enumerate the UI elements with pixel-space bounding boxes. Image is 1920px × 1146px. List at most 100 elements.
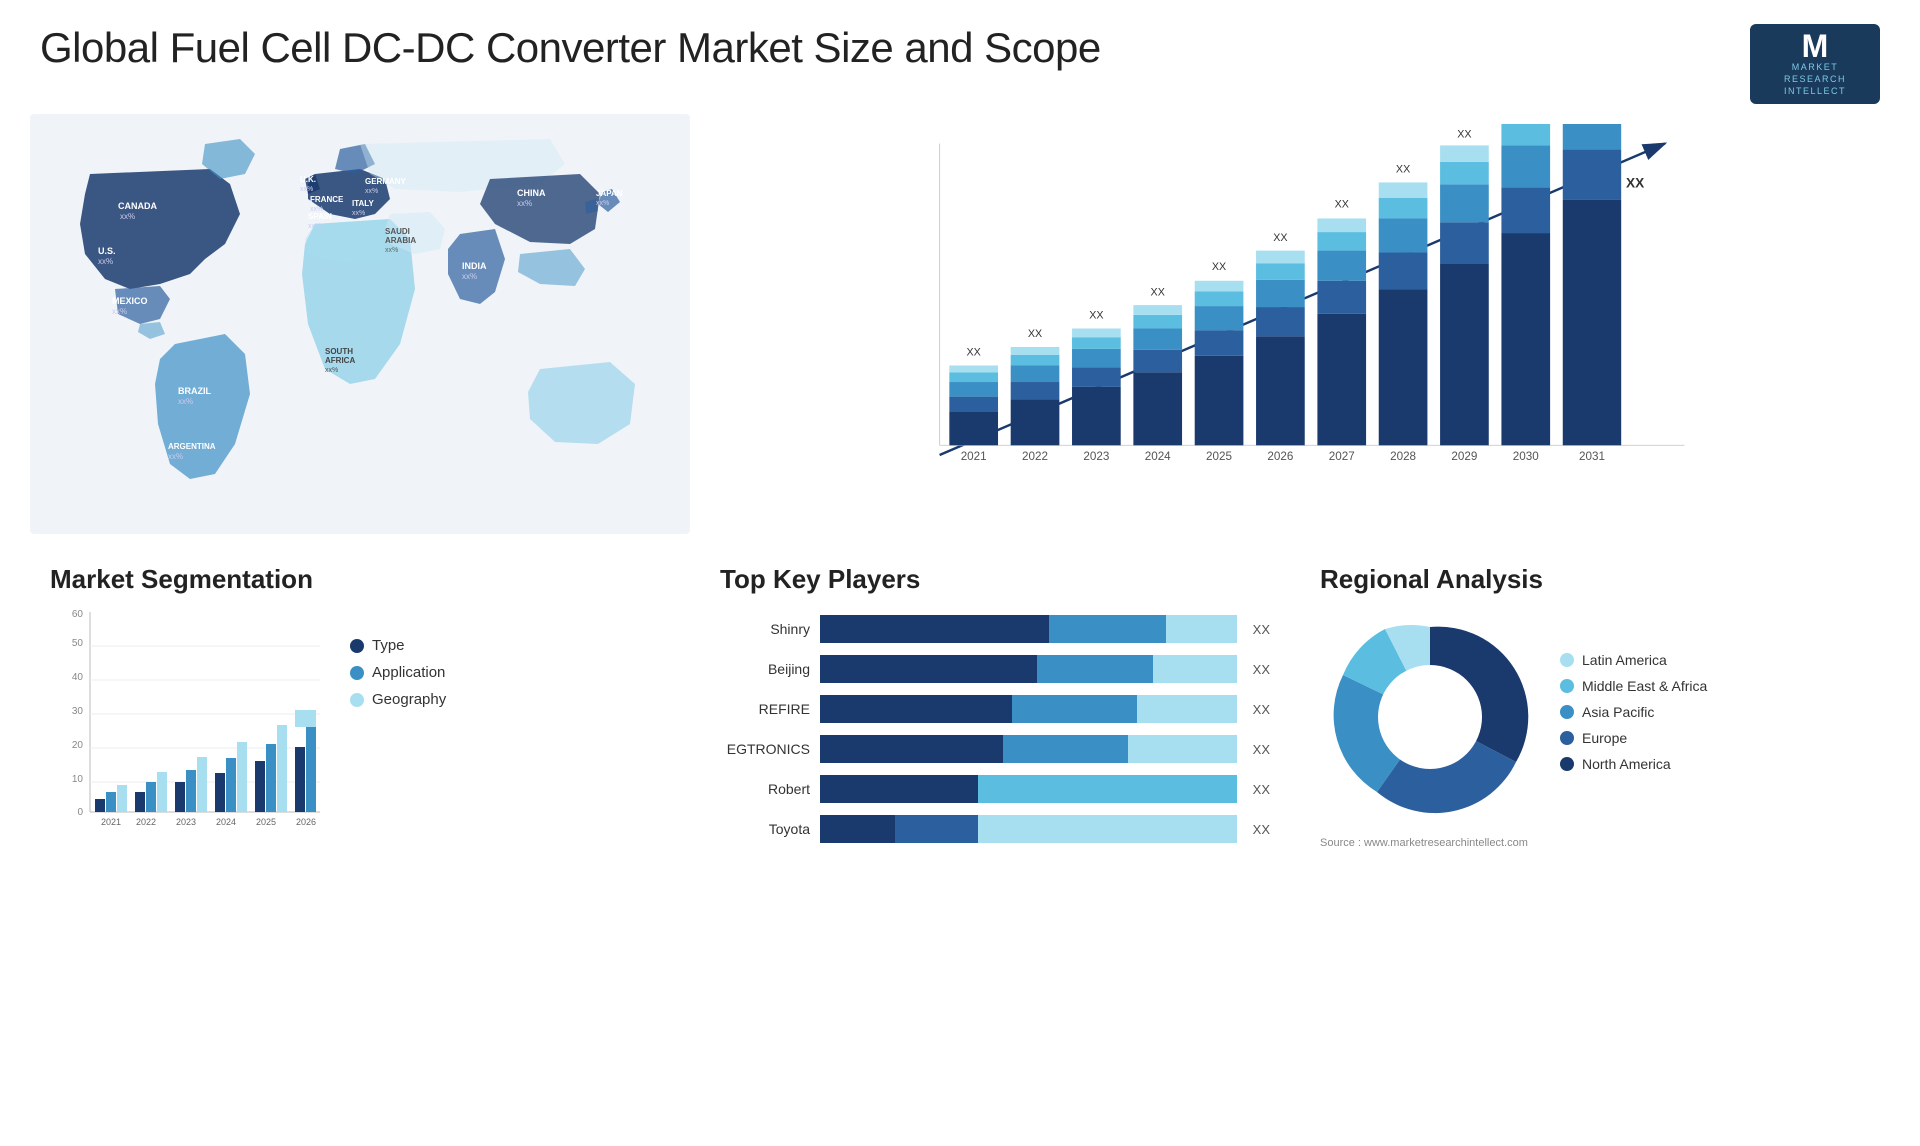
legend-europe: Europe [1560, 730, 1707, 746]
svg-text:SPAIN: SPAIN [308, 212, 332, 221]
segmentation-section: Market Segmentation 0 10 20 30 40 50 60 [30, 554, 690, 1134]
svg-text:2026: 2026 [296, 817, 316, 827]
player-name: REFIRE [720, 701, 810, 717]
svg-text:60: 60 [72, 609, 84, 620]
player-bar [820, 815, 1237, 843]
svg-text:2029: 2029 [1451, 450, 1477, 463]
svg-text:U.S.: U.S. [98, 246, 116, 256]
svg-text:2025: 2025 [256, 817, 276, 827]
logo-line3: INTELLECT [1784, 86, 1846, 98]
svg-text:XX: XX [1028, 328, 1042, 340]
svg-text:2021: 2021 [101, 817, 121, 827]
svg-text:xx%: xx% [517, 199, 532, 208]
regional-title: Regional Analysis [1320, 564, 1870, 595]
legend-asia-pacific: Asia Pacific [1560, 704, 1707, 720]
player-row-toyota: Toyota XX [720, 815, 1270, 843]
svg-text:10: 10 [72, 774, 84, 785]
svg-text:XX: XX [1273, 232, 1287, 244]
legend-type: Type [350, 637, 446, 654]
svg-text:2022: 2022 [1022, 450, 1048, 463]
logo-line2: RESEARCH [1784, 74, 1846, 86]
svg-text:xx%: xx% [352, 210, 365, 217]
legend-application: Application [350, 664, 446, 681]
player-name: EGTRONICS [720, 741, 810, 757]
svg-text:INDIA: INDIA [462, 261, 487, 271]
legend-geography: Geography [350, 691, 446, 708]
svg-text:GERMANY: GERMANY [365, 177, 407, 186]
player-row-beijing: Beijing XX [720, 655, 1270, 683]
svg-text:2023: 2023 [1083, 450, 1109, 463]
player-bar [820, 695, 1237, 723]
svg-text:ARABIA: ARABIA [385, 236, 416, 245]
svg-text:2026: 2026 [1267, 450, 1293, 463]
svg-text:XX: XX [1151, 286, 1165, 298]
svg-text:xx%: xx% [120, 212, 135, 221]
svg-text:XX: XX [1212, 261, 1226, 273]
key-players-title: Top Key Players [720, 564, 1270, 595]
segmentation-chart: 0 10 20 30 40 50 60 2021 [50, 607, 330, 847]
svg-text:xx%: xx% [178, 397, 193, 406]
svg-text:2021: 2021 [961, 450, 987, 463]
svg-text:MEXICO: MEXICO [112, 296, 148, 306]
svg-text:xx%: xx% [112, 307, 127, 316]
svg-text:ARGENTINA: ARGENTINA [168, 442, 216, 451]
svg-text:2031: 2031 [1579, 450, 1605, 463]
svg-text:xx%: xx% [596, 200, 609, 207]
svg-text:2024: 2024 [216, 817, 236, 827]
segmentation-legend: Type Application Geography [350, 607, 446, 718]
svg-text:xx%: xx% [168, 452, 183, 461]
content-grid: CANADA xx% U.S. xx% MEXICO xx% BRAZIL xx… [0, 114, 1920, 1134]
svg-text:2022: 2022 [136, 817, 156, 827]
svg-text:ITALY: ITALY [352, 199, 374, 208]
source-note: Source : www.marketresearchintellect.com [1320, 837, 1870, 849]
svg-text:2025: 2025 [1206, 450, 1232, 463]
logo-letter: M [1802, 30, 1829, 62]
logo-line1: MARKET [1792, 62, 1839, 74]
key-players-section: Top Key Players Shinry XX Beijing XX [700, 554, 1290, 1134]
svg-text:XX: XX [1335, 199, 1349, 211]
regional-section: Regional Analysis Latin Amer [1300, 554, 1890, 1134]
player-name: Beijing [720, 661, 810, 677]
map-section: CANADA xx% U.S. xx% MEXICO xx% BRAZIL xx… [30, 114, 690, 544]
bar-chart-section: XX 2021 XX 2022 XX 2023 XX 20 [700, 114, 1890, 544]
svg-text:FRANCE: FRANCE [310, 195, 344, 204]
svg-text:XX: XX [1396, 164, 1410, 176]
legend-color [1560, 731, 1574, 745]
legend-latin-america: Latin America [1560, 652, 1707, 668]
svg-text:2023: 2023 [176, 817, 196, 827]
svg-text:U.K.: U.K. [300, 175, 316, 184]
svg-text:xx%: xx% [300, 186, 313, 193]
svg-text:AFRICA: AFRICA [325, 356, 355, 365]
svg-text:30: 30 [72, 706, 84, 717]
svg-text:SAUDI: SAUDI [385, 227, 410, 236]
segmentation-title: Market Segmentation [50, 564, 670, 595]
svg-text:xx%: xx% [462, 272, 477, 281]
svg-text:XX: XX [1626, 175, 1644, 190]
player-name: Shinry [720, 621, 810, 637]
regional-legend: Latin America Middle East & Africa Asia … [1560, 652, 1707, 782]
svg-text:SOUTH: SOUTH [325, 347, 353, 356]
logo-box: M MARKET RESEARCH INTELLECT [1750, 24, 1880, 104]
svg-text:20: 20 [72, 740, 84, 751]
player-bar [820, 735, 1237, 763]
svg-text:JAPAN: JAPAN [596, 189, 623, 198]
svg-text:2027: 2027 [1329, 450, 1355, 463]
svg-text:XX: XX [1089, 310, 1103, 322]
logo-area: M MARKET RESEARCH INTELLECT [1750, 24, 1880, 104]
player-bar [820, 775, 1237, 803]
legend-dot-application [350, 666, 364, 680]
svg-text:BRAZIL: BRAZIL [178, 386, 211, 396]
world-map-svg: CANADA xx% U.S. xx% MEXICO xx% BRAZIL xx… [30, 114, 690, 534]
svg-text:2028: 2028 [1390, 450, 1416, 463]
svg-text:0: 0 [77, 807, 83, 818]
legend-color [1560, 757, 1574, 771]
player-bar [820, 655, 1237, 683]
svg-text:2024: 2024 [1145, 450, 1171, 463]
player-row-egtronics: EGTRONICS XX [720, 735, 1270, 763]
svg-text:CHINA: CHINA [517, 188, 546, 198]
player-row-robert: Robert XX [720, 775, 1270, 803]
page-title: Global Fuel Cell DC-DC Converter Market … [40, 24, 1101, 72]
player-row-refire: REFIRE XX [720, 695, 1270, 723]
player-bar [820, 615, 1237, 643]
legend-color [1560, 679, 1574, 693]
